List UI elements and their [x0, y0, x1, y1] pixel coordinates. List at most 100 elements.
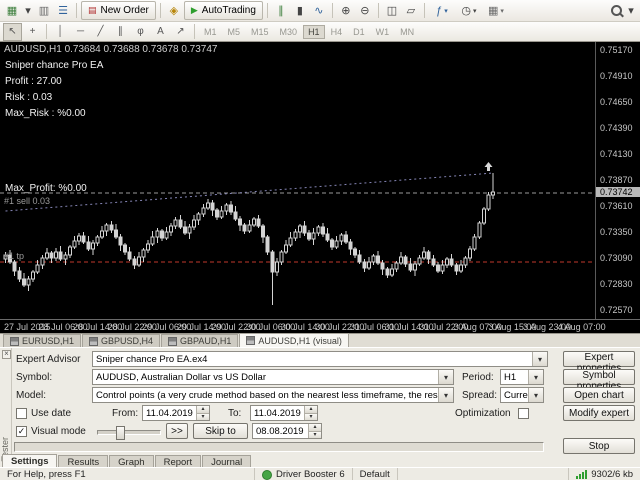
skip-to-button[interactable]: Skip to — [193, 423, 248, 439]
status-notification[interactable]: Driver Booster 6 — [254, 468, 352, 480]
period-select[interactable]: H1 ▾ — [500, 369, 544, 385]
periods-dropdown[interactable]: ◷ ▾ — [456, 2, 482, 19]
fibonacci-tool[interactable]: φ — [131, 23, 150, 41]
date-spinner[interactable]: ▴ ▾ — [308, 424, 321, 438]
current-price-label: 0.73742 — [596, 186, 640, 197]
cursor-tool[interactable]: ↖ — [3, 22, 22, 41]
to-date-value: 11.04.2019 — [254, 407, 301, 419]
autotrading-button-icon: ▶ — [190, 5, 198, 15]
tile-windows-icon[interactable]: ◫ — [383, 2, 401, 19]
templates-dropdown[interactable]: ▦ ▾ — [483, 2, 509, 19]
status-bar: For Help, press F1 Driver Booster 6 Defa… — [0, 467, 640, 480]
expert-advisor-select[interactable]: Sniper chance Pro EA.ex4 ▾ — [92, 351, 548, 367]
timeframe-button-mn[interactable]: MN — [395, 25, 419, 39]
model-label: Model: — [16, 390, 47, 401]
strategy-tester-panel: × Tester Expert Advisor Sniper chance Pr… — [0, 347, 640, 469]
chart-tab-gbpaud-h1[interactable]: GBPAUD,H1 — [161, 334, 239, 347]
spin-up-icon: ▴ — [197, 406, 209, 413]
chart-tab-audusd-h1-visual-[interactable]: AUDUSD,H1 (visual) — [239, 333, 349, 347]
line-chart-icon[interactable]: ∿ — [310, 2, 328, 19]
search-icon[interactable] — [607, 2, 625, 19]
period-label: Period: — [462, 372, 494, 383]
indicators-dropdown[interactable]: ƒ ▾ — [429, 2, 455, 19]
trendline-tool[interactable]: ╱ — [91, 23, 110, 41]
zoom-in-icon[interactable]: ⊕ — [337, 2, 355, 19]
toolbar-separator — [331, 3, 333, 18]
timeframe-button-m5[interactable]: M5 — [223, 25, 246, 39]
autotrading-button[interactable]: ▶ AutoTrading — [183, 1, 263, 20]
to-label: To: — [228, 408, 242, 419]
spread-label: Spread: — [462, 390, 498, 401]
drawing-toolbar: ↖ + │ ─ ╱ ∥ φ A ↗ M1 M5 M15 M30 H1 H4 D1 W1 MN — [0, 22, 640, 42]
channel-tool[interactable]: ∥ — [111, 23, 130, 41]
ea-comment-line: Risk : 0.03 — [5, 92, 53, 103]
dropdown-caret-icon[interactable]: ▾ — [528, 370, 543, 384]
slider-thumb[interactable] — [116, 426, 125, 440]
timeframe-button-h4[interactable]: H4 — [326, 25, 348, 39]
symbol-label: Symbol: — [16, 372, 53, 383]
ea-comment-line: Max_Profit: %0.00 — [5, 183, 87, 194]
timeframe-button-h1[interactable]: H1 — [303, 24, 325, 39]
toolbar-right-group: ▾ — [607, 2, 637, 19]
price-axis-label: 0.75170 — [600, 45, 633, 55]
text-tool[interactable]: A — [151, 23, 170, 41]
ea-comment-line: Profit : 27.00 — [5, 76, 62, 87]
from-date-field[interactable]: 11.04.2019 ▴ ▾ — [142, 405, 210, 421]
profiles-icon[interactable]: ▥ — [35, 2, 53, 19]
step-forward-button[interactable]: >> — [166, 423, 188, 439]
crosshair-tool[interactable]: + — [23, 23, 42, 41]
date-spinner[interactable]: ▴ ▾ — [304, 406, 317, 420]
dropdown-caret-icon[interactable]: ▾ — [438, 388, 453, 402]
price-axis-label: 0.74130 — [600, 149, 633, 159]
chart-tab-gbpusd-h4[interactable]: GBPUSD,H4 — [82, 334, 161, 347]
price-axis-label: 0.74910 — [600, 71, 633, 81]
candle-chart-icon[interactable]: ▮ — [291, 2, 309, 19]
price-chart[interactable] — [0, 42, 595, 319]
new-chart-icon[interactable]: ▦ — [3, 2, 21, 19]
horizontal-line-tool[interactable]: ─ — [71, 23, 90, 41]
dropdown-caret-icon[interactable]: ▾ — [438, 370, 453, 384]
toolbar-options-caret-icon[interactable]: ▾ — [625, 2, 637, 19]
chart-symbol-header: AUDUSD,H1 0.73684 0.73688 0.73678 0.7374… — [4, 44, 218, 55]
dropdown-caret-icon[interactable]: ▾ — [532, 352, 547, 366]
arrows-tool[interactable]: ↗ — [171, 23, 190, 41]
price-axis-label: 0.74390 — [600, 123, 633, 133]
timeframe-button-m15[interactable]: M15 — [246, 25, 274, 39]
visual-speed-slider[interactable] — [97, 426, 161, 440]
use-date-checkbox[interactable] — [16, 408, 27, 419]
dropdown-caret-icon[interactable]: ▾ — [528, 388, 543, 402]
timeframe-button-w1[interactable]: W1 — [371, 25, 395, 39]
zoom-out-icon[interactable]: ⊖ — [356, 2, 374, 19]
new-chart-caret-icon[interactable]: ▾ — [22, 2, 34, 19]
market-watch-icon[interactable]: ☰ — [54, 2, 72, 19]
model-value: Control points (a very crude method base… — [96, 389, 438, 401]
spin-down-icon: ▾ — [197, 413, 209, 420]
metaeditor-icon[interactable]: ◈ — [165, 2, 183, 19]
ea-comment-line: Max_Risk : %0.00 — [5, 108, 86, 119]
open-chart-button[interactable]: Open chart — [563, 387, 635, 403]
tester-tab-settings[interactable]: Settings — [2, 454, 58, 468]
timeframe-button-m30[interactable]: M30 — [275, 25, 303, 39]
optimization-checkbox[interactable] — [518, 408, 529, 419]
timeframe-button-m1[interactable]: M1 — [199, 25, 222, 39]
date-spinner[interactable]: ▴ ▾ — [196, 406, 209, 420]
symbol-properties-button[interactable]: Symbol properties — [563, 369, 635, 392]
visual-mode-checkbox[interactable]: ✓ — [16, 426, 27, 437]
skip-to-date-field[interactable]: 08.08.2019 ▴ ▾ — [252, 423, 322, 439]
stop-button[interactable]: Stop — [563, 438, 635, 454]
to-date-field[interactable]: 11.04.2019 ▴ ▾ — [250, 405, 318, 421]
spread-select[interactable]: Current ▾ — [500, 387, 544, 403]
modify-expert-button[interactable]: Modify expert — [563, 405, 635, 421]
new-order-button[interactable]: ▤ New Order — [81, 1, 156, 20]
cascade-windows-icon[interactable]: ▱ — [402, 2, 420, 19]
expert-properties-button[interactable]: Expert properties — [563, 351, 635, 374]
vertical-line-tool[interactable]: │ — [51, 23, 70, 41]
model-select[interactable]: Control points (a very crude method base… — [92, 387, 454, 403]
symbol-select[interactable]: AUDUSD, Australian Dollar vs US Dollar ▾ — [92, 369, 454, 385]
price-axis-label: 0.74650 — [600, 97, 633, 107]
chart-area[interactable]: AUDUSD,H1 0.73684 0.73688 0.73678 0.7374… — [0, 42, 595, 319]
bar-chart-icon[interactable]: ∥ — [272, 2, 290, 19]
driver-booster-icon — [262, 469, 272, 480]
timeframe-button-d1[interactable]: D1 — [348, 25, 370, 39]
chart-tab-eurusd-h1[interactable]: EURUSD,H1 — [3, 334, 82, 347]
